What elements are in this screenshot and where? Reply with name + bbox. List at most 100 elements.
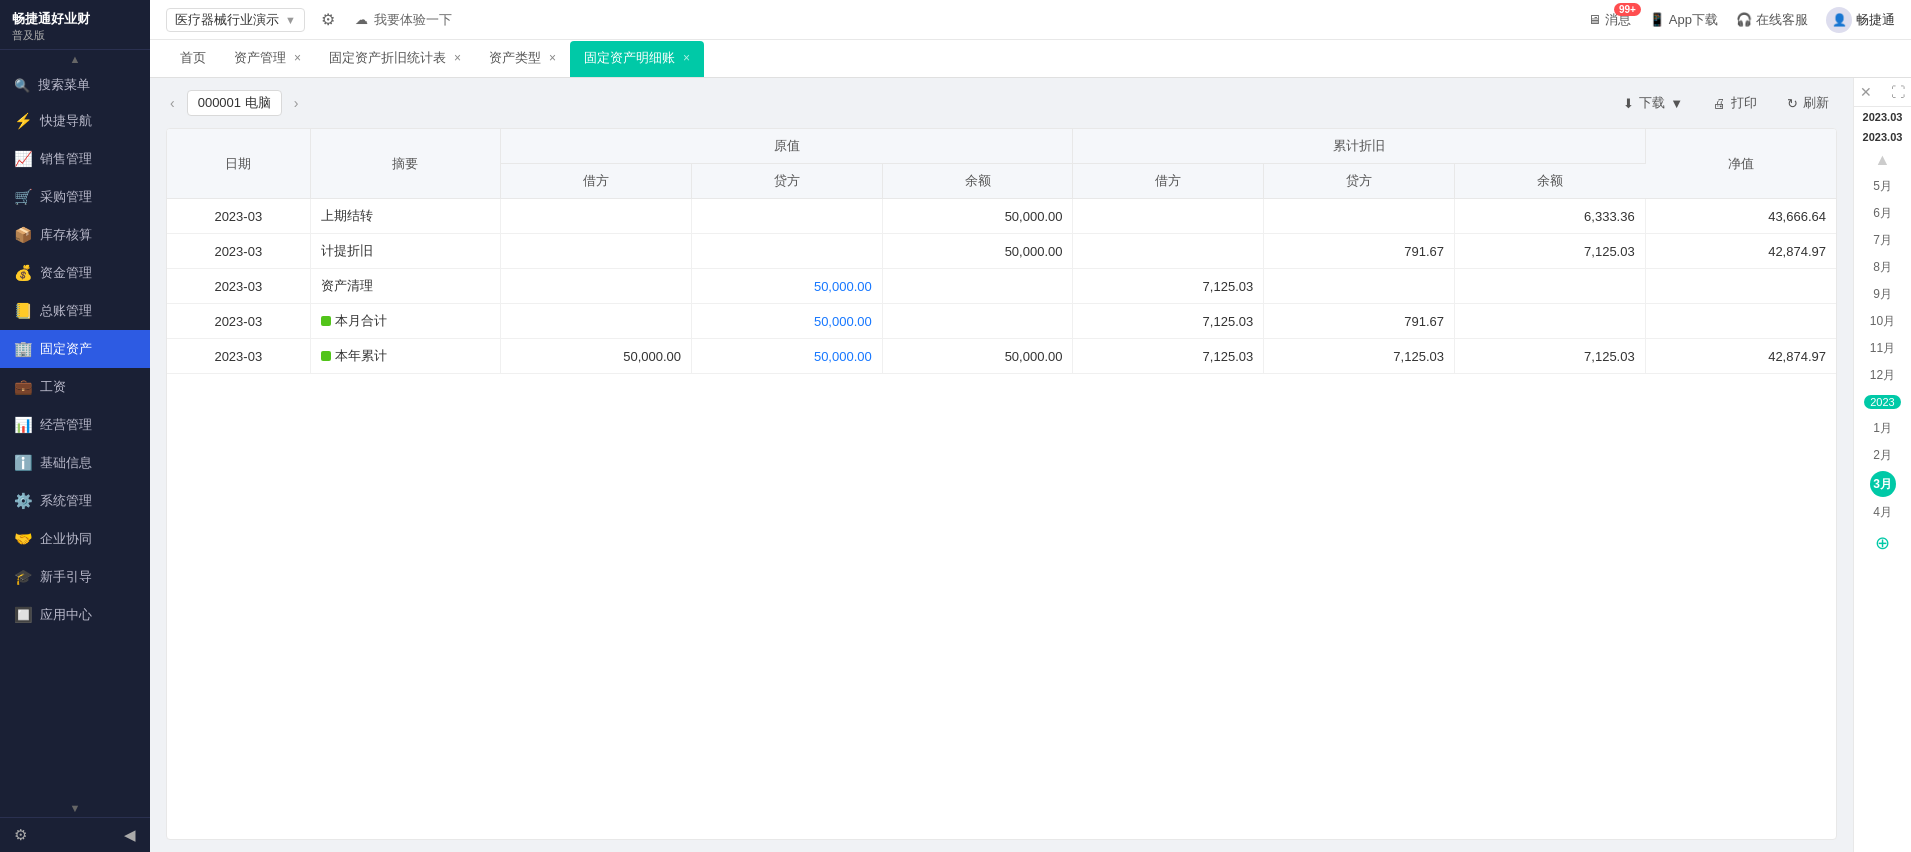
username: 畅捷通 [1856, 11, 1895, 29]
content-main: ‹ 000001 电脑 › ⬇ 下载 ▼ 🖨 打印 ↻ 刷新 [150, 78, 1853, 852]
company-name: 医疗器械行业演示 [175, 11, 279, 29]
sidebar-search[interactable]: 🔍 搜索菜单 [0, 68, 150, 102]
message-icon: 🖥 [1588, 12, 1601, 27]
cell-net-value: 42,874.97 [1645, 234, 1836, 269]
cell-accum-credit: 7,125.03 [1264, 339, 1455, 374]
cell-accum-debit: 7,125.03 [1073, 269, 1264, 304]
sidebar-item-label: 固定资产 [40, 340, 136, 358]
cell-accum-credit: 791.67 [1264, 234, 1455, 269]
sidebar-item-inventory[interactable]: 📦 库存核算 [0, 216, 150, 254]
timeline-panel: ✕ ⛶ 2023.03 2023.03 ▲ 5月 6月 7月 8月 9月 10月… [1853, 78, 1911, 852]
settings-gear-icon[interactable]: ⚙ [321, 10, 335, 29]
year-badge[interactable]: 2023 [1864, 395, 1900, 409]
table-row: 2023-03 资产清理 50,000.00 7,125.03 [167, 269, 1836, 304]
tab-asset-detail[interactable]: 固定资产明细账 × [570, 41, 704, 77]
sidebar-item-label: 应用中心 [40, 606, 136, 624]
app-download-btn[interactable]: 📱 App下载 [1649, 11, 1718, 29]
sys-mgmt-icon: ⚙️ [14, 492, 32, 510]
sidebar-item-label: 资金管理 [40, 264, 136, 282]
timeline-item-feb[interactable]: 2月 [1854, 442, 1911, 469]
sidebar-item-basic-info[interactable]: ℹ️ 基础信息 [0, 444, 150, 482]
th-accumulated-depreciation: 累计折旧 [1073, 129, 1645, 164]
message-btn[interactable]: 🖥 消息 99+ [1588, 11, 1631, 29]
timeline-item-12[interactable]: 12月 [1854, 362, 1911, 389]
user-profile[interactable]: 👤 畅捷通 [1826, 7, 1895, 33]
sidebar-item-ledger[interactable]: 📒 总账管理 [0, 292, 150, 330]
timeline-expand-icon[interactable]: ⛶ [1891, 84, 1905, 100]
timeline-second-label: 2023.03 [1854, 127, 1911, 147]
sidebar-item-sales[interactable]: 📈 销售管理 [0, 140, 150, 178]
cell-date: 2023-03 [167, 269, 310, 304]
timeline-item-5[interactable]: 5月 [1854, 173, 1911, 200]
tab-asset-mgmt[interactable]: 资产管理 × [220, 41, 315, 77]
timeline-item-mar-active[interactable]: 3月 [1870, 471, 1896, 497]
cell-summary: 资产清理 [310, 269, 501, 304]
print-btn[interactable]: 🖨 打印 [1705, 90, 1765, 116]
cell-accum-debit [1073, 234, 1264, 269]
sidebar-item-ops[interactable]: 📊 经营管理 [0, 406, 150, 444]
refresh-btn[interactable]: ↻ 刷新 [1779, 90, 1837, 116]
sidebar-item-corp-collab[interactable]: 🤝 企业协同 [0, 520, 150, 558]
th-orig-credit: 贷方 [692, 164, 883, 199]
timeline-item-8[interactable]: 8月 [1854, 254, 1911, 281]
corp-collab-icon: 🤝 [14, 530, 32, 548]
timeline-close-icon[interactable]: ✕ [1860, 84, 1872, 100]
cell-date: 2023-03 [167, 199, 310, 234]
timeline-item-6[interactable]: 6月 [1854, 200, 1911, 227]
experience-label: 我要体验一下 [374, 11, 452, 29]
asset-code[interactable]: 000001 电脑 [187, 90, 282, 116]
tab-home-label: 首页 [180, 49, 206, 67]
timeline-item-7[interactable]: 7月 [1854, 227, 1911, 254]
timeline-add-icon[interactable]: ⊕ [1875, 532, 1890, 554]
timeline-header: ✕ ⛶ [1854, 78, 1911, 107]
tab-asset-type-label: 资产类型 [489, 49, 541, 67]
sidebar-scroll-up[interactable]: ▲ [70, 53, 81, 65]
customer-service-btn[interactable]: 🎧 在线客服 [1736, 11, 1808, 29]
print-icon: 🖨 [1713, 96, 1726, 111]
tab-depreciation-stat[interactable]: 固定资产折旧统计表 × [315, 41, 475, 77]
cell-accum-balance: 6,333.36 [1454, 199, 1645, 234]
timeline-item-11[interactable]: 11月 [1854, 335, 1911, 362]
tab-asset-type-close[interactable]: × [549, 51, 556, 65]
tab-asset-mgmt-label: 资产管理 [234, 49, 286, 67]
sidebar-item-quick-nav[interactable]: ⚡ 快捷导航 [0, 102, 150, 140]
tab-asset-detail-label: 固定资产明细账 [584, 49, 675, 67]
th-summary: 摘要 [310, 129, 501, 199]
th-accum-balance: 余额 [1454, 164, 1645, 199]
sidebar-item-purchase[interactable]: 🛒 采购管理 [0, 178, 150, 216]
asset-prev-btn[interactable]: ‹ [166, 93, 179, 113]
customer-service-icon: 🎧 [1736, 12, 1752, 27]
cell-orig-balance [882, 269, 1073, 304]
timeline-item-10[interactable]: 10月 [1854, 308, 1911, 335]
cell-accum-balance: 7,125.03 [1454, 234, 1645, 269]
tab-asset-detail-close[interactable]: × [683, 51, 690, 65]
sidebar-item-payroll[interactable]: 💼 工资 [0, 368, 150, 406]
sidebar-item-sys-mgmt[interactable]: ⚙️ 系统管理 [0, 482, 150, 520]
th-accum-debit: 借方 [1073, 164, 1264, 199]
timeline-top-label: 2023.03 [1854, 107, 1911, 127]
sidebar-item-funds[interactable]: 💰 资金管理 [0, 254, 150, 292]
collapse-icon[interactable]: ◀ [124, 826, 136, 844]
company-selector[interactable]: 医疗器械行业演示 ▼ [166, 8, 305, 32]
timeline-item-jan[interactable]: 1月 [1854, 415, 1911, 442]
asset-next-btn[interactable]: › [290, 93, 303, 113]
sidebar-item-app-center[interactable]: 🔲 应用中心 [0, 596, 150, 634]
tab-home[interactable]: 首页 [166, 41, 220, 77]
th-accum-credit: 贷方 [1264, 164, 1455, 199]
settings-icon[interactable]: ⚙ [14, 826, 27, 844]
cloud-icon: ☁ [355, 12, 368, 27]
experience-btn[interactable]: ☁ 我要体验一下 [355, 11, 452, 29]
fixed-assets-icon: 🏢 [14, 340, 32, 358]
tab-depreciation-stat-close[interactable]: × [454, 51, 461, 65]
timeline-item-9[interactable]: 9月 [1854, 281, 1911, 308]
sidebar-item-new-guide[interactable]: 🎓 新手引导 [0, 558, 150, 596]
timeline-up-btn[interactable]: ▲ [1854, 147, 1911, 173]
cell-orig-balance [882, 304, 1073, 339]
tab-asset-type[interactable]: 资产类型 × [475, 41, 570, 77]
sidebar-scroll-down[interactable]: ▼ [70, 802, 81, 814]
cell-accum-debit: 7,125.03 [1073, 304, 1264, 339]
tab-asset-mgmt-close[interactable]: × [294, 51, 301, 65]
timeline-item-apr[interactable]: 4月 [1854, 499, 1911, 526]
sidebar-item-fixed-assets[interactable]: 🏢 固定资产 [0, 330, 150, 368]
download-btn[interactable]: ⬇ 下载 ▼ [1615, 90, 1691, 116]
